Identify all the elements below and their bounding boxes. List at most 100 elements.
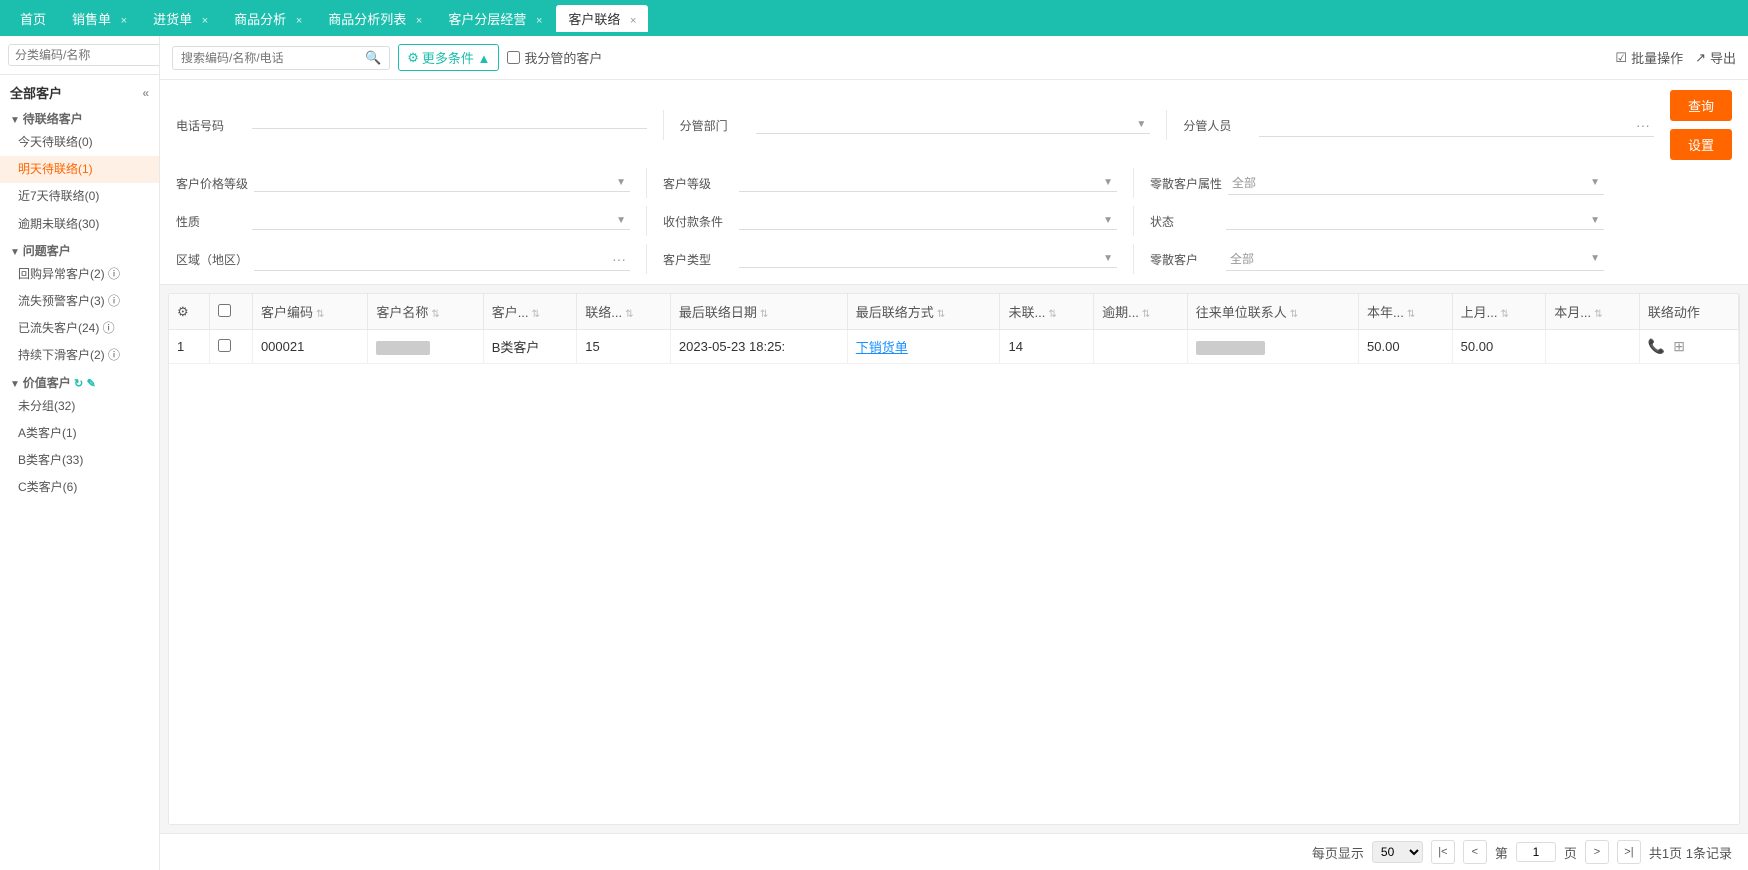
th-not-contacted[interactable]: 未联...⇅ bbox=[1000, 294, 1094, 330]
td-type: B类客户 bbox=[483, 330, 577, 364]
top-nav: 首页 销售单 × 进货单 × 商品分析 × 商品分析列表 × 客户分层经营 × … bbox=[0, 0, 1748, 36]
divider-4 bbox=[1133, 168, 1134, 198]
filter-dept-select[interactable]: ▼ bbox=[756, 116, 1151, 134]
th-last-method[interactable]: 最后联络方式⇅ bbox=[847, 294, 1000, 330]
th-last-date[interactable]: 最后联络日期⇅ bbox=[670, 294, 847, 330]
th-settings[interactable]: ⚙ bbox=[169, 294, 209, 330]
sidebar-item-overdue[interactable]: 逾期未联络(30) bbox=[0, 211, 159, 238]
nav-product-analysis-list[interactable]: 商品分析列表 × bbox=[316, 5, 434, 32]
filter-phone-label: 电话号码 bbox=[176, 117, 246, 134]
sidebar-item-c-class[interactable]: C类客户(6) bbox=[0, 474, 159, 501]
my-customers-checkbox[interactable] bbox=[507, 51, 520, 64]
filter-phone-input[interactable] bbox=[252, 122, 647, 129]
filter-payment-select[interactable]: ▼ bbox=[739, 212, 1117, 230]
sidebar-item-tomorrow[interactable]: 明天待联络(1) bbox=[0, 156, 159, 183]
sidebar-group-value[interactable]: 价值客户 ↻ ✎ bbox=[0, 370, 159, 393]
set-button[interactable]: 设置 bbox=[1670, 129, 1732, 160]
nav-purchase[interactable]: 进货单 × bbox=[141, 5, 220, 32]
action-grid-icon[interactable]: ⊞ bbox=[1673, 338, 1685, 355]
th-last-month[interactable]: 上月...⇅ bbox=[1452, 294, 1546, 330]
per-page-select[interactable]: 50 100 200 bbox=[1372, 841, 1423, 863]
page-label: 第 bbox=[1495, 843, 1508, 862]
chevron-retail-c-icon: ▼ bbox=[1590, 253, 1600, 264]
export-icon: ↗ bbox=[1695, 50, 1706, 66]
filter-customer-grade: 客户等级 ▼ bbox=[663, 174, 1117, 192]
sidebar-group-pending[interactable]: 待联络客户 bbox=[0, 106, 159, 129]
batch-btn[interactable]: ☑ 批量操作 bbox=[1615, 48, 1683, 67]
td-checkbox[interactable] bbox=[209, 330, 252, 364]
td-this-year: 50.00 bbox=[1359, 330, 1453, 364]
th-name[interactable]: 客户名称⇅ bbox=[368, 294, 483, 330]
sidebar-all-customers[interactable]: 全部客户 « bbox=[0, 75, 159, 106]
filter-retail-attr-select[interactable]: 全部 ▼ bbox=[1228, 171, 1604, 195]
sidebar-item-abnormal[interactable]: 回购异常客户(2) ⓘ bbox=[0, 261, 159, 288]
filter-customer-type-select[interactable]: ▼ bbox=[739, 250, 1117, 268]
collapse-icon[interactable]: « bbox=[142, 86, 149, 100]
th-contact-count[interactable]: 联络...⇅ bbox=[577, 294, 671, 330]
export-btn[interactable]: ↗ 导出 bbox=[1695, 48, 1736, 67]
nav-purchase-close[interactable]: × bbox=[202, 15, 208, 27]
search-icon[interactable]: 🔍 bbox=[365, 50, 381, 66]
chevron-grade-icon: ▼ bbox=[1103, 177, 1113, 188]
search-input[interactable] bbox=[181, 51, 361, 65]
sidebar-item-a-class[interactable]: A类客户(1) bbox=[0, 420, 159, 447]
td-index: 1 bbox=[169, 330, 209, 364]
nav-product-analysis[interactable]: 商品分析 × bbox=[222, 5, 314, 32]
action-phone-icon[interactable]: 📞 bbox=[1648, 338, 1665, 355]
sidebar-search-input[interactable] bbox=[8, 44, 160, 66]
sidebar-item-today[interactable]: 今天待联络(0) bbox=[0, 129, 159, 156]
last-page-btn[interactable]: >| bbox=[1617, 840, 1641, 864]
nav-customer-tier[interactable]: 客户分层经营 × bbox=[436, 5, 554, 32]
nav-product-analysis-close[interactable]: × bbox=[296, 15, 302, 27]
th-code[interactable]: 客户编码⇅ bbox=[252, 294, 367, 330]
nav-customer-tier-close[interactable]: × bbox=[536, 15, 542, 27]
nav-sales-close[interactable]: × bbox=[121, 15, 127, 27]
page-number-input[interactable] bbox=[1516, 842, 1556, 862]
row-checkbox[interactable] bbox=[218, 339, 231, 352]
filter-retail-customer: 零散客户 全部 ▼ bbox=[1150, 247, 1604, 271]
nav-sales[interactable]: 销售单 × bbox=[60, 5, 139, 32]
sidebar-group-problem[interactable]: 问题客户 bbox=[0, 238, 159, 261]
filter-person: 分管人员 ··· bbox=[1183, 114, 1654, 137]
divider-6 bbox=[1133, 206, 1134, 236]
filter-customer-grade-select[interactable]: ▼ bbox=[739, 174, 1117, 192]
filter-price-grade-select[interactable]: ▼ bbox=[254, 174, 630, 192]
sidebar-item-ungrouped[interactable]: 未分组(32) bbox=[0, 393, 159, 420]
th-contact-person[interactable]: 往来单位联系人⇅ bbox=[1187, 294, 1358, 330]
td-name: Ea bbox=[368, 330, 483, 364]
th-checkbox[interactable] bbox=[209, 294, 252, 330]
filter-customer-type-label: 客户类型 bbox=[663, 251, 733, 268]
prev-page-btn[interactable]: < bbox=[1463, 840, 1487, 864]
my-customers-toggle[interactable]: 我分管的客户 bbox=[507, 48, 602, 67]
filter-dept: 分管部门 ▼ bbox=[680, 116, 1151, 134]
nav-customer-contact[interactable]: 客户联络 × bbox=[556, 5, 648, 32]
filter-region-select[interactable]: ··· bbox=[254, 248, 630, 271]
filter-btn[interactable]: ⚙ 更多条件 ▲ bbox=[398, 44, 499, 71]
sidebar-item-lostwarning[interactable]: 流失预警客户(3) ⓘ bbox=[0, 288, 159, 315]
sidebar-item-b-class[interactable]: B类客户(33) bbox=[0, 447, 159, 474]
th-action: 联络动作 bbox=[1639, 294, 1738, 330]
sidebar-item-declining[interactable]: 持续下滑客户(2) ⓘ bbox=[0, 342, 159, 369]
sidebar-item-lost[interactable]: 已流失客户(24) ⓘ bbox=[0, 315, 159, 342]
filter-status-select[interactable]: ▼ bbox=[1226, 212, 1604, 230]
th-overdue[interactable]: 逾期...⇅ bbox=[1094, 294, 1188, 330]
nav-home[interactable]: 首页 bbox=[8, 5, 58, 32]
sidebar: 🔍 全部客户 « 待联络客户 今天待联络(0) 明天待联络(1) 近7天待联络(… bbox=[0, 36, 160, 870]
filter-retail-customer-select[interactable]: 全部 ▼ bbox=[1226, 247, 1604, 271]
first-page-btn[interactable]: |< bbox=[1431, 840, 1455, 864]
last-method-link[interactable]: 下销货单 bbox=[856, 340, 908, 355]
th-this-month[interactable]: 本月...⇅ bbox=[1546, 294, 1640, 330]
th-this-year[interactable]: 本年...⇅ bbox=[1359, 294, 1453, 330]
sidebar-item-7days[interactable]: 近7天待联络(0) bbox=[0, 183, 159, 210]
nav-product-analysis-list-close[interactable]: × bbox=[416, 15, 422, 27]
next-page-btn[interactable]: > bbox=[1585, 840, 1609, 864]
filter-person-select[interactable]: ··· bbox=[1259, 114, 1654, 137]
filter-nature-select[interactable]: ▼ bbox=[252, 212, 630, 230]
toolbar-search: 🔍 bbox=[172, 46, 390, 70]
td-last-method[interactable]: 下销货单 bbox=[847, 330, 1000, 364]
filter-customer-type: 客户类型 ▼ bbox=[663, 250, 1117, 268]
th-type[interactable]: 客户...⇅ bbox=[483, 294, 577, 330]
nav-customer-contact-close[interactable]: × bbox=[630, 15, 636, 27]
select-all-checkbox[interactable] bbox=[218, 304, 231, 317]
query-button[interactable]: 查询 bbox=[1670, 90, 1732, 121]
